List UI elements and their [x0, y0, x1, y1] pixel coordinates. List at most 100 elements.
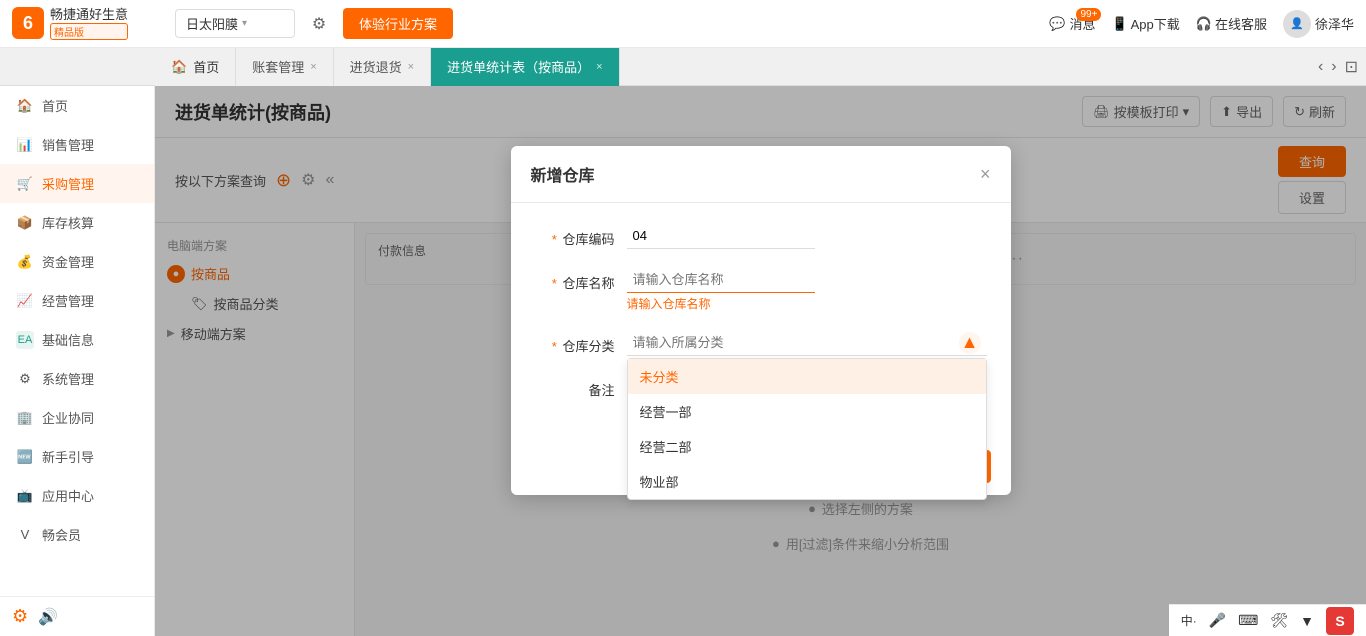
tab-purchase-return-label: 进货退货 [350, 57, 402, 76]
sidebar-home-label: 首页 [42, 96, 68, 115]
tab-accounts[interactable]: 账套管理 × [236, 48, 333, 86]
guide-icon: 🆕 [16, 448, 34, 466]
sidebar-scroll: 🏠 首页 📊 销售管理 🛒 采购管理 📦 库存核算 💰 资金管理 [0, 86, 154, 596]
name-field-wrap: 请输入仓库名称 [627, 267, 987, 312]
tab-home[interactable]: 🏠 首页 [155, 48, 236, 86]
online-service-label: 在线客服 [1215, 14, 1267, 33]
logo-area: 6 畅捷通好生意 精品版 [12, 7, 167, 41]
trial-button[interactable]: 体验行业方案 [343, 8, 453, 39]
tab-accounts-label: 账套管理 [252, 57, 304, 76]
logo-icon: 6 [12, 7, 44, 39]
username: 徐泽华 [1315, 14, 1354, 33]
store-selector[interactable]: 日太阳膜 ▾ [175, 9, 295, 38]
sidebar-item-system[interactable]: ⚙ 系统管理 [0, 359, 154, 398]
sidebar-item-operation[interactable]: 📈 经营管理 [0, 281, 154, 320]
sidebar-item-enterprise[interactable]: 🏢 企业协同 [0, 398, 154, 437]
message-badge: 99+ [1076, 8, 1101, 21]
settings-footer-icon[interactable]: ⚙ [12, 606, 28, 627]
note-label: 备注 [535, 374, 615, 399]
message-area[interactable]: 💬 消息 99+ [1049, 14, 1095, 33]
sidebar-footer: ⚙ 🔊 [0, 596, 154, 636]
sidebar-item-sales[interactable]: 📊 销售管理 [0, 125, 154, 164]
category-dropdown-arrow[interactable]: ▲ [959, 332, 981, 354]
operation-icon: 📈 [16, 292, 34, 310]
sidebar-item-basic[interactable]: EA 基础信息 [0, 320, 154, 359]
sidebar-wrap: 🏠 首页 📊 销售管理 🛒 采购管理 📦 库存核算 💰 资金管理 [0, 86, 154, 636]
purchase-icon: 🛒 [16, 175, 34, 193]
keyboard-icon[interactable]: ⌨ [1238, 612, 1258, 629]
name-input[interactable] [627, 267, 815, 293]
chevron-down-icon: ▾ [242, 18, 247, 29]
category-field-wrap: ▲ 未分类 经营一部 经营二部 物业部 [627, 330, 987, 356]
app-download-area[interactable]: 📱 App下载 [1111, 14, 1179, 33]
dropdown-option-none[interactable]: 未分类 [628, 359, 986, 394]
sidebar-item-finance[interactable]: 💰 资金管理 [0, 242, 154, 281]
sidebar-item-home[interactable]: 🏠 首页 [0, 86, 154, 125]
help-icon[interactable]: ▼ [1300, 613, 1314, 629]
app-center-icon: 📺 [16, 487, 34, 505]
user-area[interactable]: 👤 徐泽华 [1283, 10, 1354, 38]
form-row-code: * 仓库编码 [535, 223, 987, 249]
online-service-area[interactable]: 🎧 在线客服 [1196, 14, 1267, 33]
form-row-name: * 仓库名称 请输入仓库名称 [535, 267, 987, 312]
sidebar-item-inventory[interactable]: 📦 库存核算 [0, 203, 154, 242]
lang-icon[interactable]: 中· [1181, 612, 1197, 629]
code-label: * 仓库编码 [535, 223, 615, 248]
tab-next-icon[interactable]: › [1331, 58, 1336, 76]
name-error-msg: 请输入仓库名称 [627, 295, 987, 312]
headset-icon: 🎧 [1196, 16, 1212, 32]
audio-footer-icon[interactable]: 🔊 [38, 607, 58, 627]
store-name: 日太阳膜 [186, 14, 238, 33]
tab-expand-icon[interactable]: ⊡ [1345, 57, 1358, 77]
message-icon: 💬 [1049, 16, 1065, 32]
s-logo: S [1326, 607, 1354, 635]
sidebar-item-vip[interactable]: V 畅会员 [0, 515, 154, 554]
tab-purchase-return[interactable]: 进货退货 × [334, 48, 431, 86]
home-tab-icon: 🏠 [171, 59, 187, 75]
app-download-label: App下载 [1131, 14, 1180, 33]
sidebar-item-purchase[interactable]: 🛒 采购管理 [0, 164, 154, 203]
basic-icon: EA [16, 331, 34, 349]
sidebar-enterprise-label: 企业协同 [42, 408, 94, 427]
name-label: * 仓库名称 [535, 267, 615, 292]
dropdown-option-dept2[interactable]: 经营二部 [628, 429, 986, 464]
sidebar-system-label: 系统管理 [42, 369, 94, 388]
category-input-container: ▲ [627, 330, 987, 356]
tab-accounts-close[interactable]: × [310, 61, 316, 73]
dropdown-option-dept1[interactable]: 经营一部 [628, 394, 986, 429]
settings-icon[interactable]: 🛠 [1270, 612, 1288, 629]
sidebar-basic-label: 基础信息 [42, 330, 94, 349]
inventory-icon: 📦 [16, 214, 34, 232]
tab-purchase-return-close[interactable]: × [408, 61, 414, 73]
category-input[interactable] [627, 330, 987, 355]
topbar-right: 💬 消息 99+ 📱 App下载 🎧 在线客服 👤 徐泽华 [1049, 10, 1354, 38]
mic-icon[interactable]: 🎤 [1209, 612, 1226, 629]
modal-close-button[interactable]: × [980, 164, 991, 185]
main-content: 进货单统计(按商品) 🖨 按模板打印 ▾ ⬆ 导出 ↻ 刷新 [155, 86, 1366, 636]
tab-purchase-stats-close[interactable]: × [596, 61, 602, 73]
topbar: 6 畅捷通好生意 精品版 日太阳膜 ▾ ⚙ 体验行业方案 💬 消息 99+ 📱 … [0, 0, 1366, 48]
gear-button[interactable]: ⚙ [303, 8, 335, 40]
sidebar-item-app[interactable]: 📺 应用中心 [0, 476, 154, 515]
enterprise-icon: 🏢 [16, 409, 34, 427]
tabbar: 🏠 首页 账套管理 × 进货退货 × 进货单统计表（按商品） × ‹ › ⊡ [0, 48, 1366, 86]
s-logo-letter: S [1335, 613, 1344, 629]
brand-name: 畅捷通好生意 [50, 7, 128, 24]
edition-badge: 精品版 [50, 23, 128, 40]
sidebar-vip-label: 畅会员 [42, 525, 81, 544]
sidebar-finance-label: 资金管理 [42, 252, 94, 271]
modal-backdrop: 新增仓库 × * 仓库编码 [155, 86, 1366, 636]
tab-purchase-stats[interactable]: 进货单统计表（按商品） × [431, 48, 619, 86]
dropdown-option-dept3[interactable]: 物业部 [628, 464, 986, 499]
main-layout: 🏠 首页 📊 销售管理 🛒 采购管理 📦 库存核算 💰 资金管理 [0, 86, 1366, 636]
sidebar-guide-label: 新手引导 [42, 447, 94, 466]
code-input[interactable] [627, 223, 815, 249]
tabbar-controls: ‹ › ⊡ [1318, 57, 1366, 77]
sidebar-item-guide[interactable]: 🆕 新手引导 [0, 437, 154, 476]
status-bar: 中· 🎤 ⌨ 🛠 ▼ S [1169, 604, 1366, 636]
tab-purchase-stats-label: 进货单统计表（按商品） [447, 57, 590, 76]
tab-home-label: 首页 [193, 57, 219, 76]
brand-info: 畅捷通好生意 精品版 [50, 7, 128, 41]
code-field-wrap [627, 223, 987, 249]
tab-prev-icon[interactable]: ‹ [1318, 58, 1323, 76]
